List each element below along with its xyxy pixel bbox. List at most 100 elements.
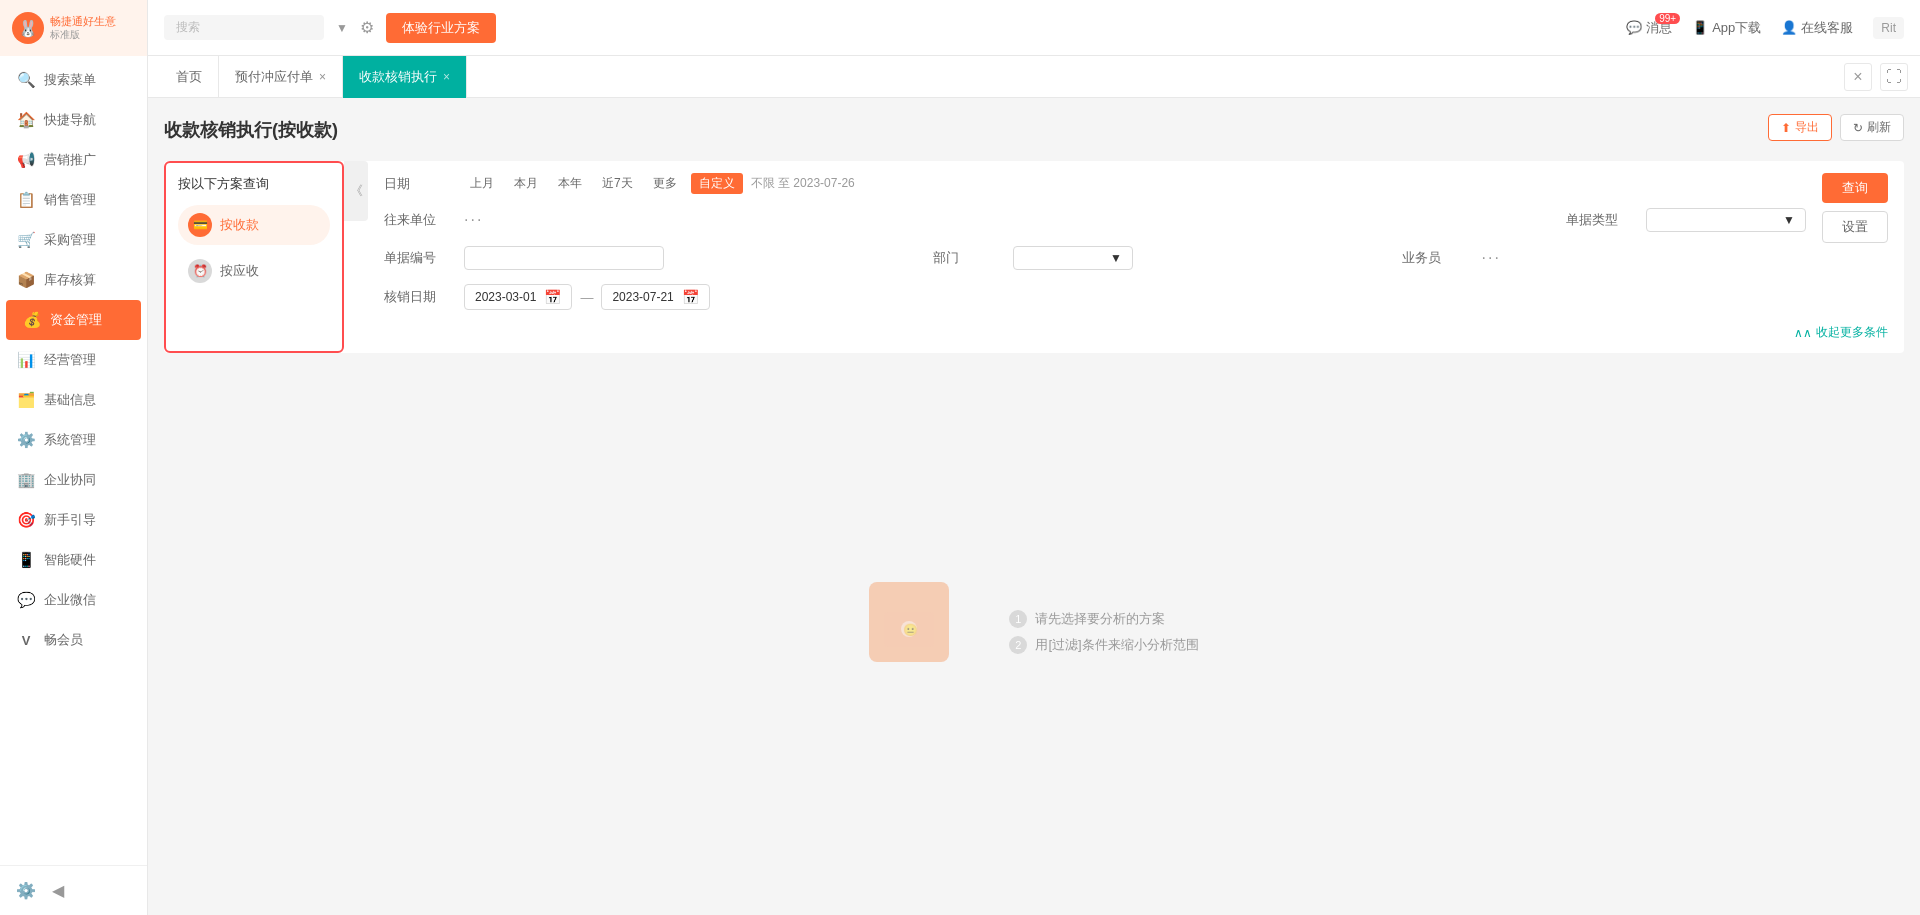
sidebar-item-guide[interactable]: 🎯 新手引导 xyxy=(0,500,147,540)
filter-area: 按以下方案查询 💳 按收款 ⏰ 按应收 《 xyxy=(164,161,1904,353)
counterpart-input[interactable]: ··· xyxy=(464,211,483,229)
counterpart-label: 往来单位 xyxy=(384,211,444,229)
user-name[interactable]: Rit xyxy=(1873,17,1904,39)
app-download-label: App下载 xyxy=(1712,19,1761,37)
customer-service-button[interactable]: 👤 在线客服 xyxy=(1781,19,1853,37)
topbar-right: 💬 消息 99+ 📱 App下载 👤 在线客服 Rit xyxy=(1626,17,1904,39)
empty-tip-2: 2 用[过滤]条件来缩小分析范围 xyxy=(1009,636,1198,654)
empty-illustration: 😐 xyxy=(869,582,969,682)
sidebar-item-search-menu[interactable]: 🔍 搜索菜单 xyxy=(0,60,147,100)
date-custom[interactable]: 自定义 xyxy=(691,173,743,194)
search-menu-icon: 🔍 xyxy=(16,70,36,90)
filter-option-label: 按收款 xyxy=(220,216,259,234)
sidebar-item-label: 库存核算 xyxy=(44,271,96,289)
export-button[interactable]: ⬆ 导出 xyxy=(1768,114,1832,141)
dropdown-arrow-icon[interactable]: ▼ xyxy=(336,21,348,35)
filter-option-label: 按应收 xyxy=(220,262,259,280)
tab-receivable[interactable]: 收款核销执行 × xyxy=(343,56,467,98)
gear-icon[interactable]: ⚙ xyxy=(360,18,374,37)
sidebar-item-inventory[interactable]: 📦 库存核算 xyxy=(0,260,147,300)
date-label: 日期 xyxy=(384,175,444,193)
svg-rect-1 xyxy=(889,602,929,617)
tip-text-1: 请先选择要分析的方案 xyxy=(1035,610,1165,628)
date-7days[interactable]: 近7天 xyxy=(596,173,639,194)
refresh-button[interactable]: ↻ 刷新 xyxy=(1840,114,1904,141)
tab-prepay-close[interactable]: × xyxy=(319,70,326,84)
sidebar-item-label: 智能硬件 xyxy=(44,551,96,569)
doc-type-select[interactable]: ▼ xyxy=(1646,208,1806,232)
tab-prepay[interactable]: 预付冲应付单 × xyxy=(219,56,343,98)
collapse-arrow-icon: 《 xyxy=(350,182,363,200)
sidebar-item-finance[interactable]: 💰 资金管理 xyxy=(6,300,141,340)
department-select[interactable]: ▼ xyxy=(1013,246,1133,270)
settings-icon[interactable]: ⚙️ xyxy=(16,881,36,900)
calendar-icon-end: 📅 xyxy=(682,289,699,305)
page-content: 收款核销执行(按收款) ⬆ 导出 ↻ 刷新 按以下方案查询 💳 按收款 xyxy=(148,98,1920,915)
department-label: 部门 xyxy=(933,249,993,267)
filter-sidebar: 按以下方案查询 💳 按收款 ⏰ 按应收 xyxy=(164,161,344,353)
search-box[interactable]: 搜索 xyxy=(164,15,324,40)
sidebar-item-marketing[interactable]: 📢 营销推广 xyxy=(0,140,147,180)
logo-badge: 标准版 xyxy=(50,28,116,42)
receivable-option-icon: ⏰ xyxy=(188,259,212,283)
sidebar-item-operations[interactable]: 📊 经营管理 xyxy=(0,340,147,380)
verify-date-start[interactable]: 2023-03-01 📅 xyxy=(464,284,572,310)
calendar-icon: 📅 xyxy=(544,289,561,305)
wechat-icon: 💬 xyxy=(16,590,36,610)
query-button[interactable]: 查询 xyxy=(1822,173,1888,203)
salesperson-input[interactable]: ··· xyxy=(1482,249,1501,267)
sidebar-item-member[interactable]: V 畅会员 xyxy=(0,620,147,660)
marketing-icon: 📢 xyxy=(16,150,36,170)
verify-date-end[interactable]: 2023-07-21 📅 xyxy=(601,284,709,310)
sidebar-item-label: 系统管理 xyxy=(44,431,96,449)
settings-filter-button[interactable]: 设置 xyxy=(1822,211,1888,243)
basic-info-icon: 🗂️ xyxy=(16,390,36,410)
search-placeholder: 搜索 xyxy=(176,19,200,36)
sidebar-item-label: 搜索菜单 xyxy=(44,71,96,89)
filter-option-by-receivable[interactable]: ⏰ 按应收 xyxy=(178,251,330,291)
window-expand-button[interactable]: ⛶ xyxy=(1880,63,1908,91)
app-download-button[interactable]: 📱 App下载 xyxy=(1692,19,1761,37)
window-close-button[interactable]: × xyxy=(1844,63,1872,91)
date-last-month[interactable]: 上月 xyxy=(464,173,500,194)
tab-receivable-close[interactable]: × xyxy=(443,70,450,84)
filter-date-row: 日期 上月 本月 本年 近7天 更多 自定义 不限 至 2023-07-26 xyxy=(384,173,1806,194)
sidebar-item-wechat[interactable]: 💬 企业微信 xyxy=(0,580,147,620)
messages-badge: 99+ xyxy=(1655,13,1680,24)
logo-icon: 🐰 xyxy=(12,12,44,44)
tip-num-1: 1 xyxy=(1009,610,1027,628)
collapse-sidebar-icon[interactable]: ◀ xyxy=(52,881,64,900)
date-this-month[interactable]: 本月 xyxy=(508,173,544,194)
date-this-year[interactable]: 本年 xyxy=(552,173,588,194)
topbar: 搜索 ▼ ⚙ 体验行业方案 💬 消息 99+ 📱 App下载 👤 在线客服 Ri… xyxy=(148,0,1920,56)
solution-button[interactable]: 体验行业方案 xyxy=(386,13,496,43)
sidebar-item-hardware[interactable]: 📱 智能硬件 xyxy=(0,540,147,580)
messages-button[interactable]: 💬 消息 99+ xyxy=(1626,19,1672,37)
receipt-option-icon: 💳 xyxy=(188,213,212,237)
member-icon: V xyxy=(16,630,36,650)
refresh-icon: ↻ xyxy=(1853,121,1863,135)
verify-date-end-value: 2023-07-21 xyxy=(612,290,673,304)
tab-home[interactable]: 首页 xyxy=(160,56,219,98)
sidebar-item-basic-info[interactable]: 🗂️ 基础信息 xyxy=(0,380,147,420)
sidebar-item-system[interactable]: ⚙️ 系统管理 xyxy=(0,420,147,460)
sidebar-item-purchase[interactable]: 🛒 采购管理 xyxy=(0,220,147,260)
sidebar-item-sales[interactable]: 📋 销售管理 xyxy=(0,180,147,220)
tip-text-2: 用[过滤]条件来缩小分析范围 xyxy=(1035,636,1198,654)
department-arrow-icon: ▼ xyxy=(1110,251,1122,265)
collapse-arrow-up-icon: ∧∧ xyxy=(1794,326,1812,340)
filter-option-by-receipt[interactable]: 💳 按收款 xyxy=(178,205,330,245)
sidebar-item-label: 基础信息 xyxy=(44,391,96,409)
sidebar-item-enterprise[interactable]: 🏢 企业协同 xyxy=(0,460,147,500)
sidebar-item-label: 新手引导 xyxy=(44,511,96,529)
inventory-icon: 📦 xyxy=(16,270,36,290)
doc-no-input[interactable] xyxy=(464,246,664,270)
sidebar-item-label: 营销推广 xyxy=(44,151,96,169)
sidebar-item-quick-nav[interactable]: 🏠 快捷导航 xyxy=(0,100,147,140)
date-more[interactable]: 更多 xyxy=(647,173,683,194)
empty-tip-1: 1 请先选择要分析的方案 xyxy=(1009,610,1198,628)
logo-name: 畅捷通好生意 xyxy=(50,14,116,28)
collapse-more-button[interactable]: ∧∧ 收起更多条件 xyxy=(1794,324,1888,341)
sidebar-item-label: 快捷导航 xyxy=(44,111,96,129)
sidebar-collapse-button[interactable]: 《 xyxy=(344,161,368,221)
